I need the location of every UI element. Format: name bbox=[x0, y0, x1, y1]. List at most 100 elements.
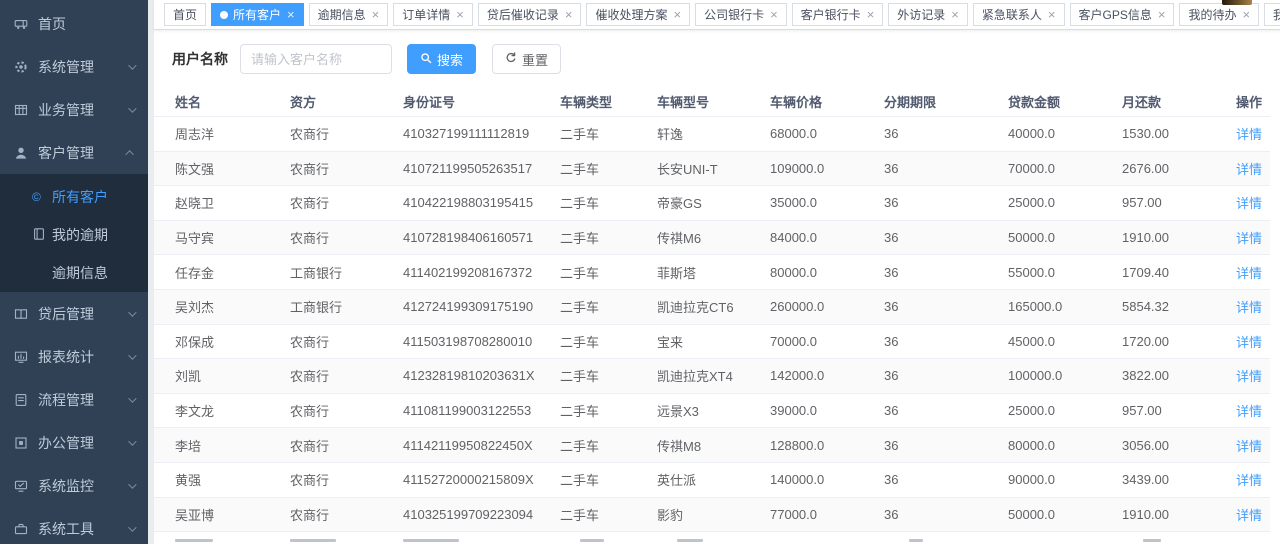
detail-link[interactable]: 详情 bbox=[1236, 266, 1262, 281]
sidebar-item-customer-mgmt[interactable]: 客户管理 bbox=[0, 131, 148, 174]
detail-link[interactable]: 详情 bbox=[1236, 508, 1262, 523]
detail-link[interactable]: 详情 bbox=[1236, 439, 1262, 454]
detail-link[interactable]: 详情 bbox=[1236, 127, 1262, 142]
sidebar-item-report-stats[interactable]: 报表统计 bbox=[0, 335, 148, 378]
cell-action: 详情 bbox=[1216, 124, 1262, 143]
tab-close-icon[interactable]: × bbox=[1242, 8, 1250, 21]
tab-home[interactable]: 首页 bbox=[164, 3, 206, 26]
tab-close-icon[interactable]: × bbox=[287, 8, 295, 21]
cell-funder: 农商行 bbox=[290, 505, 403, 524]
header-action: 操作 bbox=[1216, 92, 1262, 111]
chevron-up-icon bbox=[125, 150, 133, 158]
tab-customer-bank-card[interactable]: 客户银行卡× bbox=[792, 3, 884, 26]
cell-vehicle_model: 长安UNI-T bbox=[657, 159, 770, 178]
tab-visit-records[interactable]: 外访记录 × bbox=[888, 3, 968, 26]
cell-vehicle_type: 二手车 bbox=[560, 401, 657, 420]
tab-my-todo[interactable]: 我的待办× bbox=[1179, 3, 1259, 26]
tab-customer-gps[interactable]: 客户GPS信息× bbox=[1070, 3, 1175, 26]
cell-vehicle_model: 远景X3 bbox=[657, 401, 770, 420]
search-button-label: 搜索 bbox=[437, 50, 463, 69]
table-body: 周志洋农商行410327199111112819二手车轩逸68000.03640… bbox=[154, 117, 1270, 532]
avatar-fragment[interactable] bbox=[1222, 0, 1252, 5]
sidebar-subitem-label: 我的逾期 bbox=[52, 225, 108, 245]
tab-emergency-contacts[interactable]: 紧急联系人× bbox=[973, 3, 1065, 26]
tab-close-icon[interactable]: × bbox=[867, 8, 875, 21]
tab-close-icon[interactable]: × bbox=[372, 8, 380, 21]
sidebar-item-system-mgmt[interactable]: 系统管理 bbox=[0, 45, 148, 88]
tab-close-icon[interactable]: × bbox=[1158, 8, 1166, 21]
tab-label: 贷后催收记录 bbox=[487, 6, 559, 23]
cell-term: 36 bbox=[884, 161, 1008, 176]
tab-label: 外访记录 bbox=[897, 6, 945, 23]
sidebar-subitem-overdue-info[interactable]: 逾期信息 bbox=[0, 254, 148, 292]
chart-icon bbox=[13, 349, 29, 365]
search-form: 用户名称 搜索 重置 bbox=[172, 44, 1270, 74]
cell-funder: 农商行 bbox=[290, 401, 403, 420]
cell-id_number: 411081199003122553 bbox=[403, 403, 560, 418]
tab-my-process[interactable]: 我的流程× bbox=[1264, 3, 1280, 26]
cell-id_number: 410422198803195415 bbox=[403, 195, 560, 210]
cell-term: 36 bbox=[884, 195, 1008, 210]
table-header: 姓名资方身份证号车辆类型车辆型号车辆价格分期期限贷款金额月还款操作 bbox=[154, 86, 1270, 117]
sidebar-item-system-tools[interactable]: 系统工具 bbox=[0, 507, 148, 544]
tab-overdue-info[interactable]: 逾期信息× bbox=[309, 3, 389, 26]
detail-link[interactable]: 详情 bbox=[1236, 196, 1262, 211]
cell-funder: 农商行 bbox=[290, 159, 403, 178]
tab-close-icon[interactable]: × bbox=[456, 8, 464, 21]
sidebar-item-office-mgmt[interactable]: 办公管理 bbox=[0, 421, 148, 464]
tab-close-icon[interactable]: × bbox=[1048, 8, 1056, 21]
tab-bar: 首页所有客户×逾期信息×订单详情×贷后催收记录×催收处理方案×公司银行卡×客户银… bbox=[154, 0, 1280, 30]
monitor-icon bbox=[13, 478, 29, 494]
cell-id_number: 41142119950822450X bbox=[403, 438, 560, 453]
cell-vehicle_type: 二手车 bbox=[560, 366, 657, 385]
search-button[interactable]: 搜索 bbox=[407, 44, 476, 74]
tab-close-icon[interactable]: × bbox=[770, 8, 778, 21]
cell-vehicle_price: 77000.0 bbox=[770, 507, 884, 522]
table-row: 李培农商行41142119950822450X二手车传祺M8128800.036… bbox=[154, 428, 1270, 463]
detail-link[interactable]: 详情 bbox=[1236, 231, 1262, 246]
header-name: 姓名 bbox=[175, 92, 290, 111]
sidebar-item-home[interactable]: 首页 bbox=[0, 2, 148, 45]
reset-button[interactable]: 重置 bbox=[492, 44, 561, 74]
cell-action: 详情 bbox=[1216, 228, 1262, 247]
active-tab-dot bbox=[220, 11, 228, 19]
tab-close-icon[interactable]: × bbox=[951, 8, 959, 21]
cell-vehicle_type: 二手车 bbox=[560, 193, 657, 212]
detail-link[interactable]: 详情 bbox=[1236, 300, 1262, 315]
clipped-row-fragment bbox=[677, 539, 703, 542]
chevron-down-icon bbox=[128, 394, 136, 402]
cell-id_number: 412724199309175190 bbox=[403, 299, 560, 314]
tab-close-icon[interactable]: × bbox=[565, 8, 573, 21]
search-input[interactable] bbox=[240, 44, 392, 74]
detail-link[interactable]: 详情 bbox=[1236, 369, 1262, 384]
detail-link[interactable]: 详情 bbox=[1236, 335, 1262, 350]
cell-vehicle_model: 帝豪GS bbox=[657, 193, 770, 212]
detail-link[interactable]: 详情 bbox=[1236, 162, 1262, 177]
cell-action: 详情 bbox=[1216, 470, 1262, 489]
cell-name: 邓保成 bbox=[175, 332, 290, 351]
cell-loan_amount: 45000.0 bbox=[1008, 334, 1122, 349]
tab-collection-records[interactable]: 贷后催收记录 × bbox=[478, 3, 582, 26]
table-row: 马守宾农商行410728198406160571二手车传祺M684000.036… bbox=[154, 221, 1270, 256]
header-id_number: 身份证号 bbox=[403, 92, 560, 111]
tab-collection-plan[interactable]: 催收处理方案× bbox=[586, 3, 690, 26]
sidebar-item-postloan-mgmt[interactable]: 贷后管理 bbox=[0, 292, 148, 335]
cell-vehicle_model: 菲斯塔 bbox=[657, 263, 770, 282]
cell-vehicle_price: 142000.0 bbox=[770, 368, 884, 383]
detail-link[interactable]: 详情 bbox=[1236, 473, 1262, 488]
sidebar-item-process-mgmt[interactable]: 流程管理 bbox=[0, 378, 148, 421]
sidebar-item-system-monitor[interactable]: 系统监控 bbox=[0, 464, 148, 507]
tab-close-icon[interactable]: × bbox=[673, 8, 681, 21]
detail-link[interactable]: 详情 bbox=[1236, 404, 1262, 419]
sidebar-subitem-my-overdue[interactable]: 我的逾期 bbox=[0, 216, 148, 254]
sidebar-subitem-all-customers[interactable]: ©所有客户 bbox=[0, 178, 148, 216]
cell-id_number: 410721199505263517 bbox=[403, 161, 560, 176]
cell-funder: 农商行 bbox=[290, 332, 403, 351]
sidebar-item-business-mgmt[interactable]: 业务管理 bbox=[0, 88, 148, 131]
header-vehicle_model: 车辆型号 bbox=[657, 92, 770, 111]
tab-all-customers[interactable]: 所有客户× bbox=[211, 3, 304, 26]
sidebar-item-label: 办公管理 bbox=[38, 433, 94, 453]
cell-term: 36 bbox=[884, 265, 1008, 280]
tab-company-bank-card[interactable]: 公司银行卡× bbox=[695, 3, 787, 26]
tab-order-detail[interactable]: 订单详情× bbox=[393, 3, 473, 26]
